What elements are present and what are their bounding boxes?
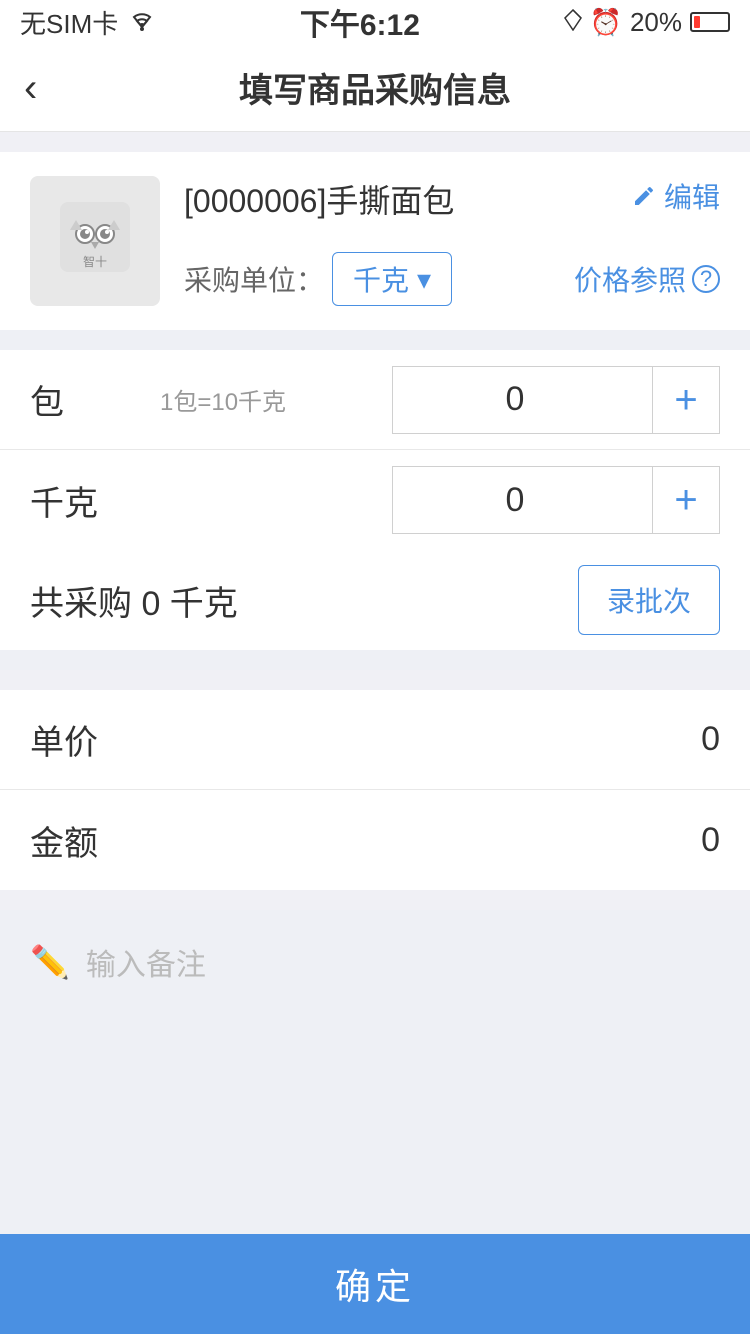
bag-label: 包 [30,375,150,424]
nav-bar: ‹ 填写商品采购信息 [0,44,750,132]
product-info: [0000006]手撕面包 编辑 采购单位： 千克 ▾ 价格参照 ? [184,176,720,306]
status-right: ⏰ 20% [564,7,730,38]
alarm-icon: ⏰ [590,7,622,38]
status-left: 无SIM卡 [20,4,156,41]
unit-value: 千克 [353,259,409,299]
remark-placeholder: 输入备注 [86,940,206,984]
amount-label: 金额 [30,816,98,865]
status-bar: 无SIM卡 下午6:12 ⏰ 20% [0,0,750,44]
product-header: [0000006]手撕面包 编辑 [184,176,720,222]
unit-label: 采购单位： [184,259,324,299]
bag-plus-button[interactable]: + [652,366,720,434]
price-ref-label: 价格参照 [574,259,686,299]
section-divider-1 [0,330,750,350]
help-icon: ? [692,265,720,293]
wifi-icon [128,7,156,38]
bag-number-box: + [392,366,720,434]
amount-row: 金额 0 [0,790,750,890]
kg-label: 千克 [30,476,150,525]
product-name: [0000006]手撕面包 [184,176,454,222]
edit-button[interactable]: 编辑 [632,176,720,216]
unit-price-row: 单价 0 [0,690,750,790]
remark-section[interactable]: ✏️ 输入备注 [0,910,750,1014]
edit-label: 编辑 [664,176,720,216]
product-unit-row: 采购单位： 千克 ▾ 价格参照 ? [184,252,720,306]
unit-dropdown-icon: ▾ [417,263,431,296]
price-section: 单价 0 金额 0 [0,690,750,890]
battery-percent: 20% [630,7,682,38]
input-section: 包 1包=10千克 + 千克 + [0,350,750,550]
kg-number-box: + [392,466,720,534]
owl-logo-icon: 智十 [60,202,130,280]
product-title: 手撕面包 [326,183,454,219]
kg-input-row: 千克 + [0,450,750,550]
page-title: 填写商品采购信息 [239,63,511,112]
summary-text: 共采购 0 千克 [30,576,238,625]
product-card: 智十 [0000006]手撕面包 编辑 采购单位： 千克 ▾ [0,152,750,330]
bag-input[interactable] [392,366,652,434]
confirm-button[interactable]: 确定 [0,1234,750,1334]
price-ref-button[interactable]: 价格参照 ? [574,259,720,299]
kg-plus-button[interactable]: + [652,466,720,534]
bag-unit-label: 1包=10千克 [160,382,286,417]
product-thumbnail: 智十 [60,202,130,280]
pencil-icon: ✏️ [30,943,70,981]
unit-select[interactable]: 千克 ▾ [332,252,452,306]
battery-icon [690,12,730,32]
unit-price-label: 单价 [30,715,98,764]
carrier-label: 无SIM卡 [20,4,118,41]
product-image: 智十 [30,176,160,306]
amount-value: 0 [701,821,720,860]
location-icon [564,7,582,38]
bag-input-row: 包 1包=10千克 + [0,350,750,450]
unit-price-value: 0 [701,720,720,759]
summary-row: 共采购 0 千克 录批次 [0,550,750,650]
status-time: 下午6:12 [300,0,420,44]
product-code: [0000006] [184,183,326,219]
section-divider-2 [0,650,750,670]
back-button[interactable]: ‹ [24,68,37,108]
batch-button[interactable]: 录批次 [578,565,720,635]
svg-text:智十: 智十 [83,254,107,269]
kg-input[interactable] [392,466,652,534]
